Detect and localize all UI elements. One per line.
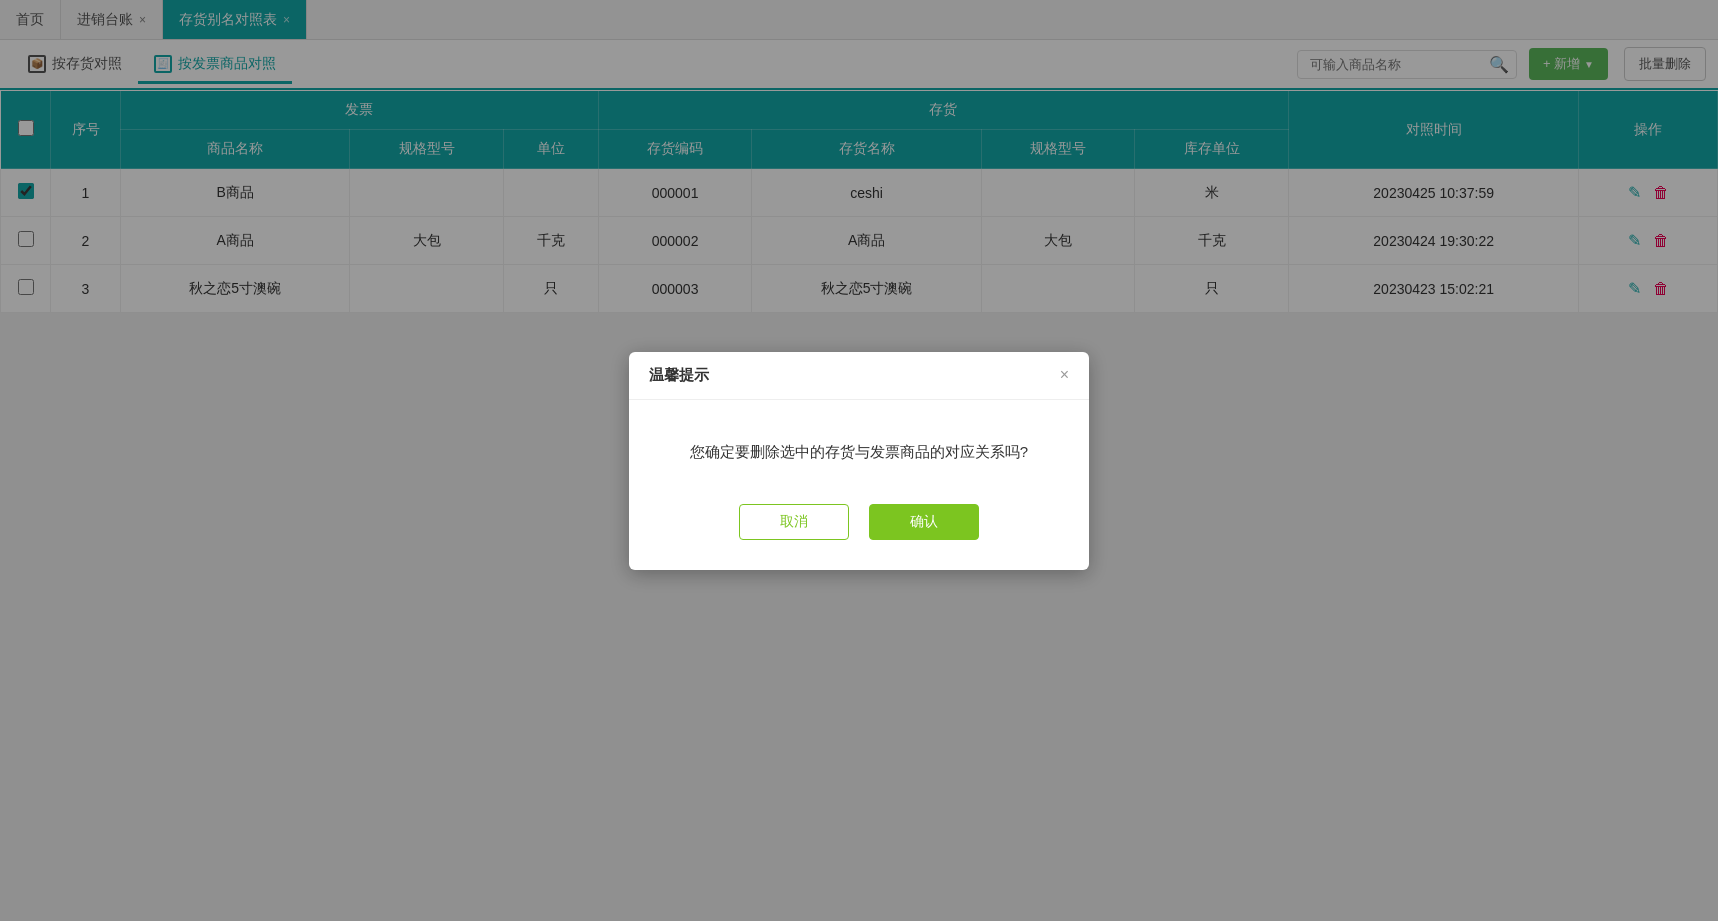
overlay: 温馨提示 × 您确定要删除选中的存货与发票商品的对应关系吗? 取消 确认 xyxy=(0,0,1718,313)
